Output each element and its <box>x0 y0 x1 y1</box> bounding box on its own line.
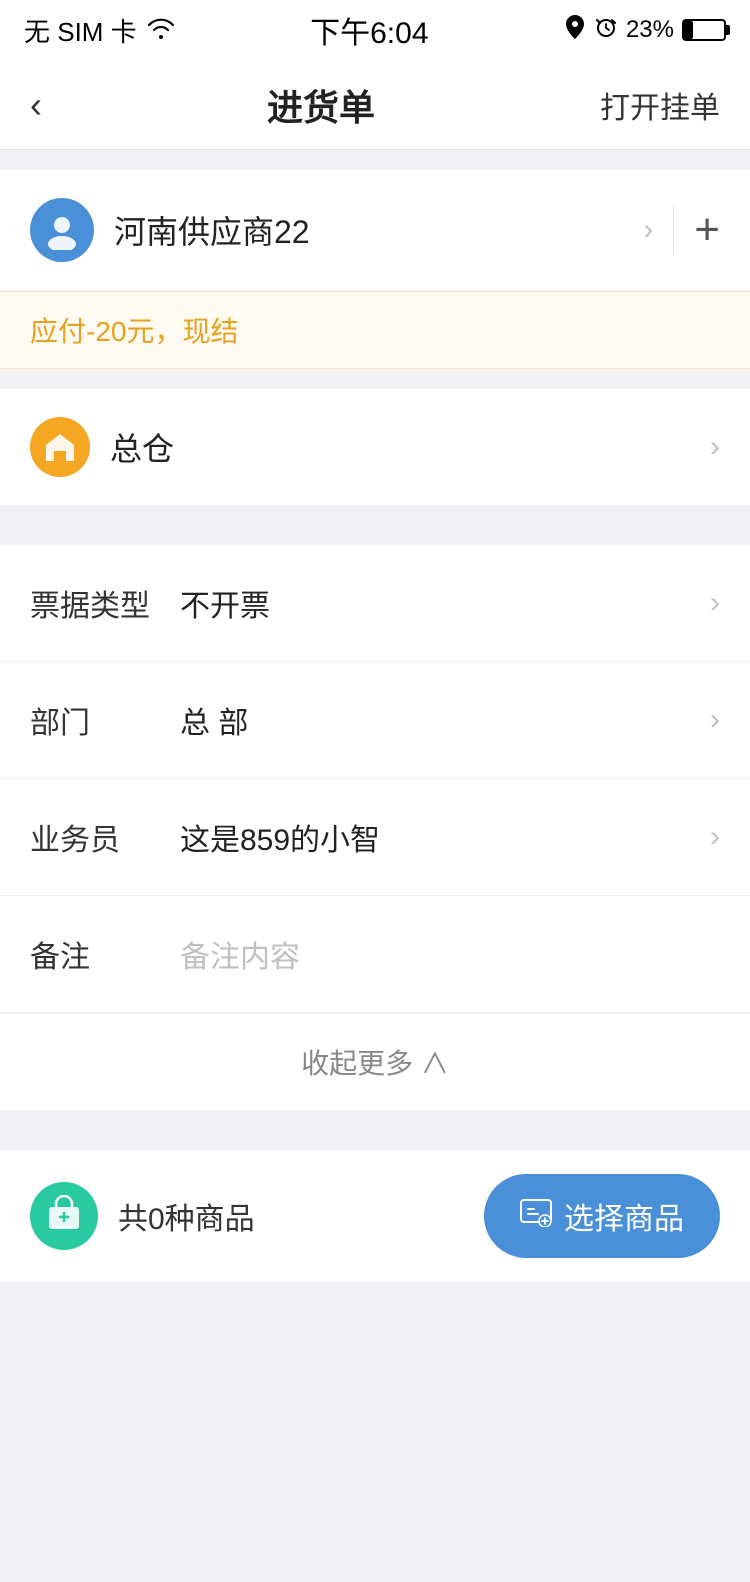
supplier-row[interactable]: 河南供应商22 › + <box>0 170 750 291</box>
open-pending-button[interactable]: 打开挂单 <box>600 83 720 127</box>
section-gap-1 <box>0 150 750 170</box>
alarm-icon <box>594 15 618 46</box>
product-icon <box>30 1182 98 1250</box>
select-product-icon <box>520 1199 552 1234</box>
select-product-label: 选择商品 <box>564 1194 684 1238</box>
salesperson-chevron-icon: › <box>710 820 720 854</box>
department-label: 部门 <box>30 698 160 742</box>
salesperson-value: 这是859的小智 <box>180 815 710 859</box>
battery-icon <box>682 19 726 41</box>
remark-input[interactable]: 备注内容 <box>180 932 720 976</box>
department-chevron-icon: › <box>710 703 720 737</box>
section-gap-2 <box>0 369 750 389</box>
supplier-name: 河南供应商22 <box>114 207 643 253</box>
remark-row[interactable]: 备注 备注内容 <box>0 896 750 1013</box>
add-supplier-button[interactable]: + <box>694 208 720 252</box>
status-left: 无 SIM 卡 <box>24 12 175 49</box>
page-title: 进货单 <box>267 79 375 131</box>
form-section: 票据类型 不开票 › 部门 总 部 › 业务员 这是859的小智 › 备注 备注… <box>0 545 750 1110</box>
select-product-button[interactable]: 选择商品 <box>484 1174 720 1258</box>
back-button[interactable]: ‹ <box>30 84 42 126</box>
department-row[interactable]: 部门 总 部 › <box>0 662 750 779</box>
invoice-type-value: 不开票 <box>180 581 710 625</box>
invoice-type-label: 票据类型 <box>30 581 160 625</box>
supplier-section: 河南供应商22 › + 应付-20元，现结 <box>0 170 750 369</box>
salesperson-label: 业务员 <box>30 815 160 859</box>
collapse-row[interactable]: 收起更多 ∧ <box>0 1013 750 1110</box>
collapse-label: 收起更多 ∧ <box>301 1042 449 1082</box>
bottom-bar: 共0种商品 选择商品 <box>0 1150 750 1282</box>
nav-bar: ‹ 进货单 打开挂单 <box>0 60 750 150</box>
warehouse-chevron-icon: › <box>710 430 720 464</box>
warehouse-name: 总仓 <box>110 424 710 470</box>
department-value: 总 部 <box>180 698 710 742</box>
page-rest <box>0 1282 750 1582</box>
status-right: 23% <box>564 14 726 47</box>
location-icon <box>564 14 586 47</box>
supplier-chevron-icon: › <box>643 213 653 247</box>
notice-text: 应付-20元，现结 <box>30 316 238 347</box>
salesperson-row[interactable]: 业务员 这是859的小智 › <box>0 779 750 896</box>
remark-label: 备注 <box>30 932 160 976</box>
warehouse-row[interactable]: 总仓 › <box>0 389 750 505</box>
supplier-avatar <box>30 198 94 262</box>
notice-banner: 应付-20元，现结 <box>0 291 750 369</box>
invoice-type-row[interactable]: 票据类型 不开票 › <box>0 545 750 662</box>
invoice-type-chevron-icon: › <box>710 586 720 620</box>
product-count-label: 共0种商品 <box>118 1194 464 1238</box>
status-bar: 无 SIM 卡 下午6:04 23% <box>0 0 750 60</box>
divider <box>673 205 674 255</box>
carrier-label: 无 SIM 卡 <box>24 12 137 49</box>
battery-percent: 23% <box>626 16 674 44</box>
time-label: 下午6:04 <box>310 8 428 52</box>
section-gap-3 <box>0 505 750 525</box>
warehouse-icon <box>30 417 90 477</box>
wifi-icon <box>147 15 175 46</box>
section-gap-4 <box>0 1110 750 1130</box>
